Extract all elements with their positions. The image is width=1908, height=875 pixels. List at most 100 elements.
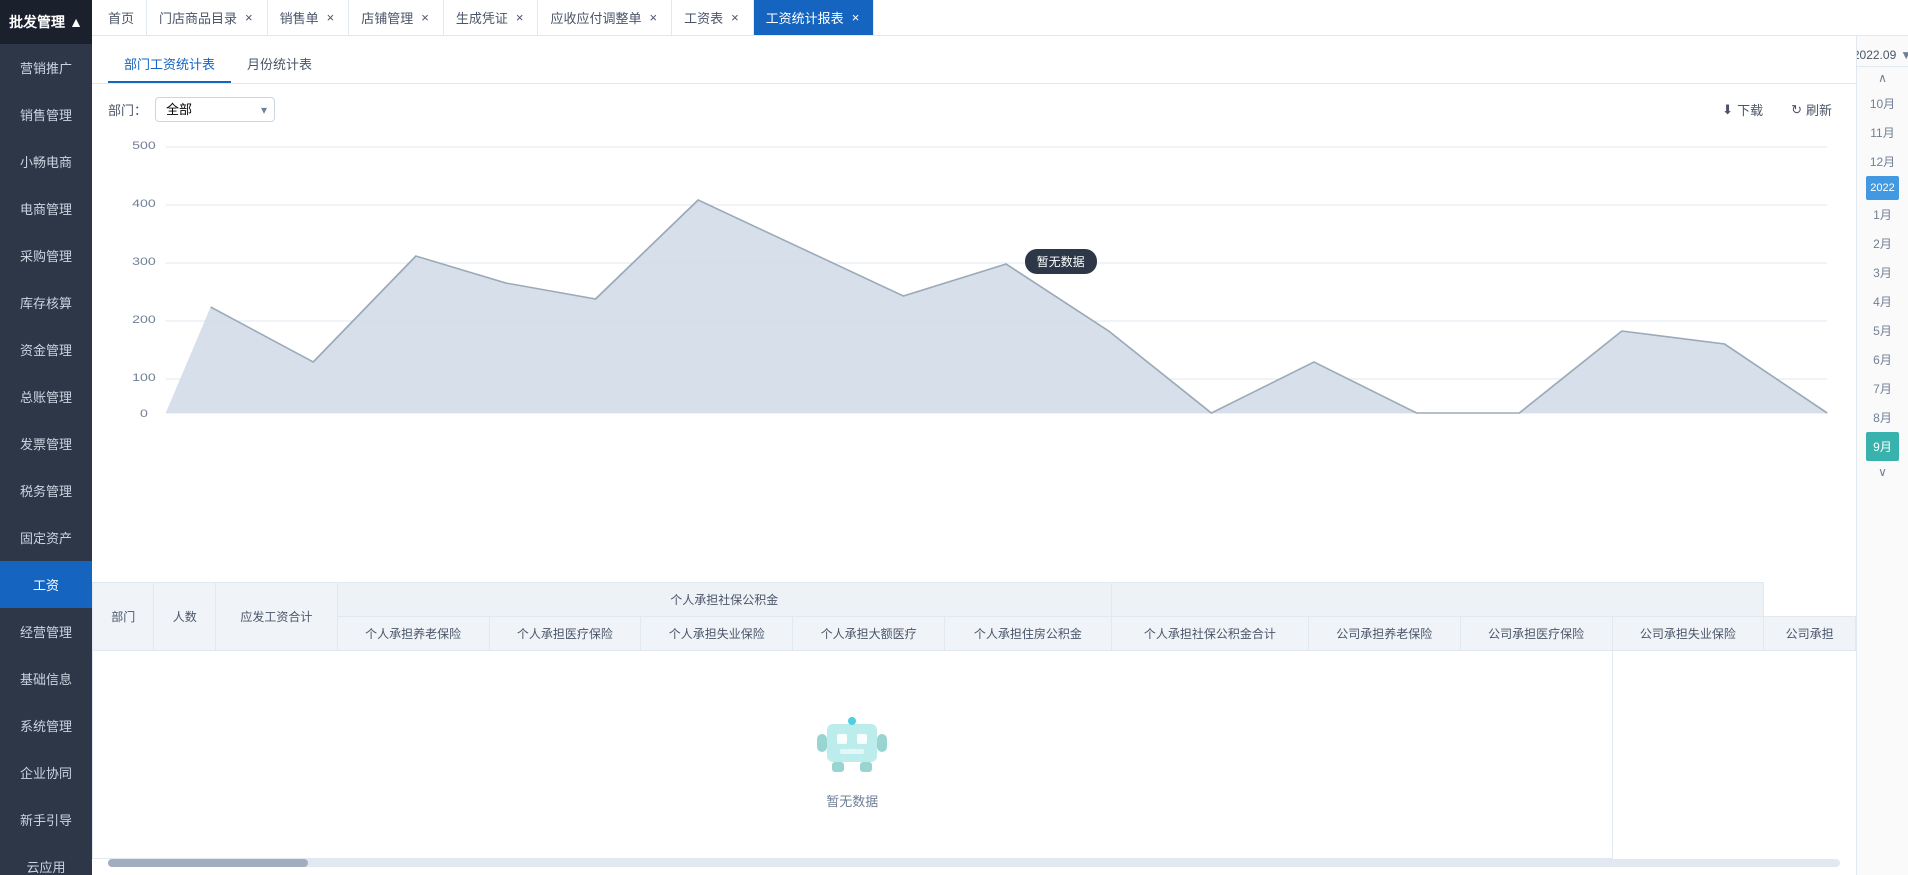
sidebar-item-经营管理[interactable]: 经营管理	[0, 608, 92, 655]
timeline-item-6月[interactable]: 6月	[1866, 345, 1899, 374]
tab-close-btn[interactable]: ×	[729, 10, 741, 25]
timeline-current-date: 2022.09	[1856, 48, 1896, 62]
timeline-item-4月[interactable]: 4月	[1866, 287, 1899, 316]
tab-label: 销售单	[280, 8, 319, 27]
tab-label: 店铺管理	[361, 8, 413, 27]
timeline-filter-icon[interactable]: ▼	[1900, 48, 1908, 62]
download-label: 下载	[1737, 100, 1763, 119]
timeline-item-5月[interactable]: 5月	[1866, 316, 1899, 345]
dept-label: 部门：	[108, 100, 147, 119]
sidebar-item-企业协同[interactable]: 企业协同	[0, 749, 92, 796]
refresh-label: 刷新	[1806, 100, 1832, 119]
refresh-button[interactable]: ↻ 刷新	[1783, 96, 1840, 123]
tab-应收应付调整单[interactable]: 应收应付调整单 ×	[538, 0, 672, 35]
sidebar-item-税务管理[interactable]: 税务管理	[0, 467, 92, 514]
tabs-container: 首页门店商品目录×销售单×店铺管理×生成凭证×应收应付调整单×工资表×工资统计报…	[96, 0, 874, 35]
tab-销售单[interactable]: 销售单 ×	[268, 0, 350, 35]
chart-svg-container: 500 400 300 200 100 0	[108, 135, 1840, 435]
tab-close-btn[interactable]: ×	[647, 10, 659, 25]
timeline-item-7月[interactable]: 7月	[1866, 374, 1899, 403]
timeline-current: 2022.09 ▼	[1857, 44, 1908, 67]
sidebar-item-总账管理[interactable]: 总账管理	[0, 373, 92, 420]
page-content: 部门工资统计表月份统计表 部门： 全部 ⬇ 下载	[92, 36, 1856, 875]
sidebar-item-新手引导[interactable]: 新手引导	[0, 796, 92, 843]
col-personal-unemploy: 个人承担失业保险	[641, 617, 793, 651]
timeline-item-12月[interactable]: 12月	[1866, 147, 1899, 176]
timeline-item-3月[interactable]: 3月	[1866, 258, 1899, 287]
sidebar: 批发管理 ▲ 营销推广销售管理小畅电商电商管理采购管理库存核算资金管理总账管理发…	[0, 0, 92, 875]
col-count: 人数	[154, 583, 215, 651]
tab-工资统计报表[interactable]: 工资统计报表 ×	[754, 0, 875, 35]
sidebar-item-采购管理[interactable]: 采购管理	[0, 232, 92, 279]
tab-close-btn[interactable]: ×	[850, 10, 862, 25]
table-container: 部门 人数 应发工资合计 个人承担社保公积金 个人承担养老保险 个人承担医疗保险…	[92, 582, 1856, 859]
chart-svg: 500 400 300 200 100 0	[108, 135, 1840, 425]
tab-close-btn[interactable]: ×	[514, 10, 526, 25]
sidebar-item-销售管理[interactable]: 销售管理	[0, 91, 92, 138]
tab-close-btn[interactable]: ×	[419, 10, 431, 25]
sidebar-item-营销推广[interactable]: 营销推广	[0, 44, 92, 91]
timeline-items: 10月11月12月20221月2月3月4月5月6月7月8月9月	[1866, 89, 1899, 461]
sidebar-item-库存核算[interactable]: 库存核算	[0, 279, 92, 326]
svg-text:0: 0	[140, 407, 148, 419]
sidebar-item-固定资产[interactable]: 固定资产	[0, 514, 92, 561]
sidebar-item-工资[interactable]: 工资	[0, 561, 92, 608]
sidebar-item-资金管理[interactable]: 资金管理	[0, 326, 92, 373]
sidebar-item-云应用[interactable]: 云应用	[0, 843, 92, 875]
tab-label: 工资统计报表	[766, 8, 844, 27]
sidebar-item-小畅电商[interactable]: 小畅电商	[0, 138, 92, 185]
timeline-item-2月[interactable]: 2月	[1866, 229, 1899, 258]
svg-text:300: 300	[132, 255, 156, 267]
sidebar-item-基础信息[interactable]: 基础信息	[0, 655, 92, 702]
refresh-icon: ↻	[1791, 102, 1802, 118]
tab-首页[interactable]: 首页	[96, 0, 147, 35]
timeline-item-2022[interactable]: 2022	[1866, 176, 1899, 200]
tab-bar: 首页门店商品目录×销售单×店铺管理×生成凭证×应收应付调整单×工资表×工资统计报…	[92, 0, 1908, 36]
col-personal-medical: 个人承担医疗保险	[489, 617, 641, 651]
empty-row: 暂无数据	[93, 651, 1613, 859]
sub-tabs-container: 部门工资统计表月份统计表	[108, 46, 328, 83]
sidebar-item-发票管理[interactable]: 发票管理	[0, 420, 92, 467]
tab-label: 首页	[108, 8, 134, 27]
tab-生成凭证[interactable]: 生成凭证×	[444, 0, 539, 35]
tab-close-btn[interactable]: ×	[325, 10, 337, 25]
chart-area: 500 400 300 200 100 0	[92, 135, 1856, 582]
sidebar-arrow: ▲	[69, 14, 83, 30]
timeline-item-8月[interactable]: 8月	[1866, 403, 1899, 432]
sidebar-item-系统管理[interactable]: 系统管理	[0, 702, 92, 749]
timeline-item-1月[interactable]: 1月	[1866, 200, 1899, 229]
tab-工资表[interactable]: 工资表×	[672, 0, 754, 35]
scroll-thumb[interactable]	[108, 859, 308, 867]
data-table: 部门 人数 应发工资合计 个人承担社保公积金 个人承担养老保险 个人承担医疗保险…	[92, 582, 1856, 859]
sidebar-header[interactable]: 批发管理 ▲	[0, 0, 92, 44]
dept-filter: 部门： 全部	[108, 97, 275, 122]
main-area: 首页门店商品目录×销售单×店铺管理×生成凭证×应收应付调整单×工资表×工资统计报…	[92, 0, 1908, 875]
timeline-sidebar: 2022.09 ▼ ∧ 10月11月12月20221月2月3月4月5月6月7月8…	[1856, 36, 1908, 875]
timeline-item-10月[interactable]: 10月	[1866, 89, 1899, 118]
col-total-salary: 应发工资合计	[215, 583, 337, 651]
toolbar: 部门： 全部 ⬇ 下载 ↻ 刷新	[92, 84, 1856, 135]
col-company-social	[1111, 583, 1763, 617]
tab-门店商品目录[interactable]: 门店商品目录×	[147, 0, 268, 35]
col-company-medical: 公司承担医疗保险	[1460, 617, 1612, 651]
sub-tab-月份统计表[interactable]: 月份统计表	[231, 46, 328, 83]
tab-close-btn[interactable]: ×	[243, 10, 255, 25]
chevron-up-icon[interactable]: ∧	[1874, 67, 1891, 89]
empty-text: 暂无数据	[826, 791, 878, 810]
timeline-item-11月[interactable]: 11月	[1866, 118, 1899, 147]
timeline-item-9月[interactable]: 9月	[1866, 432, 1899, 461]
download-button[interactable]: ⬇ 下载	[1714, 96, 1771, 123]
chart-tooltip: 暂无数据	[1025, 249, 1097, 274]
scroll-bar[interactable]	[108, 859, 1840, 867]
col-personal-housing: 个人承担住房公积金	[944, 617, 1111, 651]
chevron-down-icon[interactable]: ∨	[1874, 461, 1891, 483]
col-dept: 部门	[93, 583, 154, 651]
content-area: 部门工资统计表月份统计表 部门： 全部 ⬇ 下载	[92, 36, 1908, 875]
svg-text:200: 200	[132, 313, 156, 325]
tab-店铺管理[interactable]: 店铺管理 ×	[349, 0, 444, 35]
tab-label: 应收应付调整单	[550, 8, 641, 27]
sub-tab-部门工资统计表[interactable]: 部门工资统计表	[108, 46, 231, 83]
col-personal-social: 个人承担社保公积金	[337, 583, 1111, 617]
sidebar-item-电商管理[interactable]: 电商管理	[0, 185, 92, 232]
dept-select[interactable]: 全部	[155, 97, 275, 122]
